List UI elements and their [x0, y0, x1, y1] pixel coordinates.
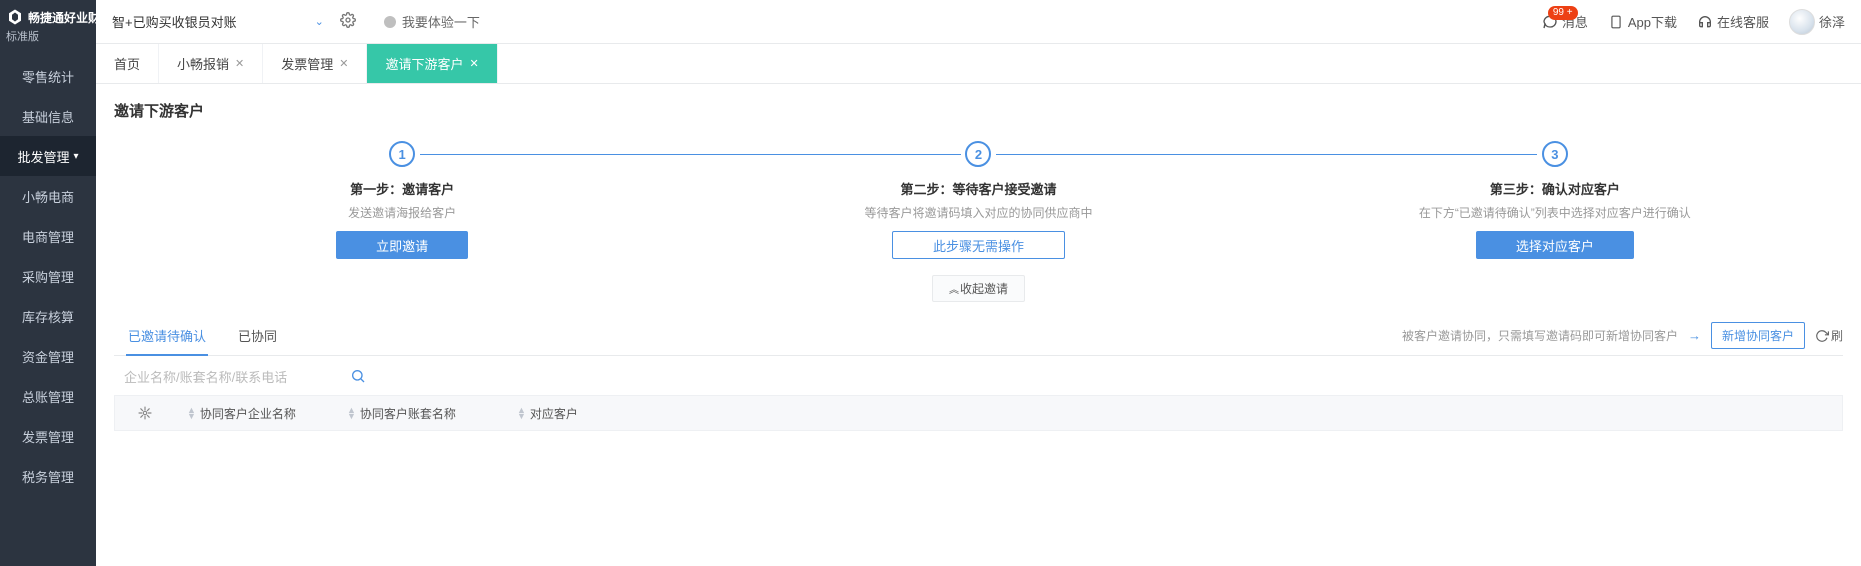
sidebar-item-basic-info[interactable]: 基础信息 [0, 96, 96, 136]
tryit-link[interactable]: 我要体验一下 [384, 12, 480, 31]
sort-icon: ▲▼ [347, 407, 356, 420]
step-number: 3 [1542, 141, 1568, 167]
tab-invite-customers[interactable]: 邀请下游客户✕ [367, 44, 497, 83]
brand-name: 畅捷通好业财 [28, 9, 100, 26]
app-download-button[interactable]: App下载 [1608, 12, 1677, 31]
tab-home[interactable]: 首页 [96, 44, 159, 83]
step-2: 2 第二步：等待客户接受邀请 等待客户将邀请码填入对应的协同供应商中 此步骤无需… [690, 141, 1266, 259]
sidebar-item-tax[interactable]: 税务管理 [0, 456, 96, 496]
invite-now-button[interactable]: 立即邀请 [336, 231, 468, 259]
table-header: ▲▼ 协同客户企业名称 ▲▼ 协同客户账套名称 ▲▼ 对应客户 [114, 395, 1843, 431]
sidebar-item-purchase[interactable]: 采购管理 [0, 256, 96, 296]
sidebar-item-invoice[interactable]: 发票管理 [0, 416, 96, 456]
avatar [1789, 9, 1815, 35]
close-icon[interactable]: ✕ [339, 57, 348, 70]
scenario-select[interactable]: 智+已购买收银员对账 ⌄ [112, 12, 324, 31]
brand-edition: 标准版 [6, 28, 90, 44]
customer-service-button[interactable]: 在线客服 [1697, 12, 1769, 31]
col-account-name[interactable]: ▲▼ 协同客户账套名称 [335, 405, 505, 422]
messages-badge: 99 + [1548, 6, 1578, 20]
close-icon[interactable]: ✕ [470, 57, 479, 70]
refresh-button[interactable]: 刷 [1815, 327, 1843, 344]
topbar: 智+已购买收银员对账 ⌄ 我要体验一下 99 + 消息 App下载 [96, 0, 1861, 44]
arrow-right-icon: → [1688, 328, 1701, 343]
step-1: 1 第一步：邀请客户 发送邀请海报给客户 立即邀请 [114, 141, 690, 259]
sidebar: 畅捷通好业财 标准版 零售统计 基础信息 批发管理▾ 小畅电商 电商管理 采购管… [0, 0, 96, 566]
col-company-name[interactable]: ▲▼ 协同客户企业名称 [175, 405, 335, 422]
step-desc: 在下方“已邀请待确认”列表中选择对应客户进行确认 [1419, 204, 1691, 221]
sidebar-item-fund[interactable]: 资金管理 [0, 336, 96, 376]
tab-invoice-manage[interactable]: 发票管理✕ [263, 44, 367, 83]
gear-icon[interactable] [340, 12, 356, 31]
sidebar-item-inventory[interactable]: 库存核算 [0, 296, 96, 336]
column-settings[interactable] [115, 406, 175, 420]
steps-wizard: 1 第一步：邀请客户 发送邀请海报给客户 立即邀请 2 第二步：等待客户接受邀请… [114, 135, 1843, 265]
new-collab-customer-button[interactable]: 新增协同客户 [1711, 322, 1805, 349]
col-corresponding-customer[interactable]: ▲▼ 对应客户 [505, 405, 1842, 422]
sort-icon: ▲▼ [517, 407, 526, 420]
subtab-pending-confirm[interactable]: 已邀请待确认 [126, 316, 208, 355]
tab-xiaochang-expense[interactable]: 小畅报销✕ [159, 44, 263, 83]
sidebar-item-xiaochang-ec[interactable]: 小畅电商 [0, 176, 96, 216]
brand-logo-icon [6, 8, 24, 26]
phone-icon [1608, 14, 1624, 30]
user-menu[interactable]: 徐泽 [1789, 9, 1845, 35]
step-number: 2 [965, 141, 991, 167]
step-3: 3 第三步：确认对应客户 在下方“已邀请待确认”列表中选择对应客户进行确认 选择… [1267, 141, 1843, 259]
brand-area: 畅捷通好业财 标准版 [0, 0, 96, 48]
select-customer-button[interactable]: 选择对应客户 [1476, 231, 1634, 259]
step-title: 第二步：等待客户接受邀请 [900, 179, 1056, 198]
sidebar-item-ledger[interactable]: 总账管理 [0, 376, 96, 416]
no-action-button[interactable]: 此步骤无需操作 [892, 231, 1065, 259]
step-number: 1 [389, 141, 415, 167]
dot-icon [384, 16, 396, 28]
step-title: 第一步：邀请客户 [350, 179, 454, 198]
messages-button[interactable]: 99 + 消息 [1542, 12, 1588, 31]
sidebar-item-retail-stats[interactable]: 零售统计 [0, 56, 96, 96]
headset-icon [1697, 14, 1713, 30]
page-title: 邀请下游客户 [114, 100, 1843, 121]
tab-bar: 首页 小畅报销✕ 发票管理✕ 邀请下游客户✕ [96, 44, 1861, 84]
chevrons-up-icon: ︽ [949, 281, 956, 296]
sidebar-item-ec-manage[interactable]: 电商管理 [0, 216, 96, 256]
chevron-down-icon: ⌄ [315, 15, 324, 28]
sort-icon: ▲▼ [187, 407, 196, 420]
sidebar-item-wholesale[interactable]: 批发管理▾ [0, 136, 96, 176]
step-desc: 发送邀请海报给客户 [348, 204, 456, 221]
chevron-down-icon: ▾ [73, 151, 78, 162]
search-input[interactable] [124, 370, 344, 385]
close-icon[interactable]: ✕ [235, 57, 244, 70]
collapse-invite-button[interactable]: ︽ 收起邀请 [932, 275, 1025, 302]
hint-text: 被客户邀请协同，只需填写邀请码即可新增协同客户 [1402, 327, 1678, 344]
step-title: 第三步：确认对应客户 [1490, 179, 1620, 198]
subtab-already-collab[interactable]: 已协同 [236, 316, 279, 355]
step-desc: 等待客户将邀请码填入对应的协同供应商中 [864, 204, 1092, 221]
search-icon[interactable] [350, 368, 366, 387]
